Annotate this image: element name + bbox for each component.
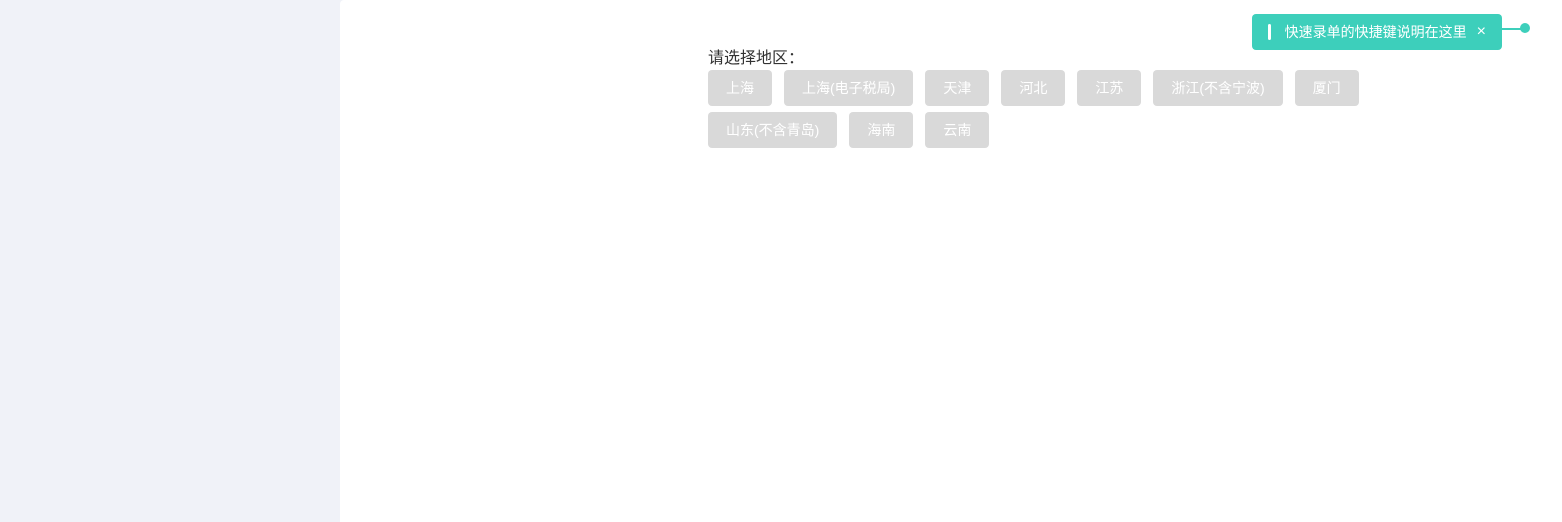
region-btn-jiangsu[interactable]: 江苏 — [1077, 70, 1141, 106]
tooltip-bar — [1268, 24, 1271, 40]
page-label: 请选择地区： — [708, 44, 804, 68]
region-row-2: 山东(不含青岛) 海南云南 — [708, 112, 989, 148]
region-btn-tianjin[interactable]: 天津 — [925, 70, 989, 106]
tooltip-text: 快速录单的快捷键说明在这里 — [1285, 22, 1467, 42]
region-btn-hainan[interactable]: 海南 — [849, 112, 913, 148]
region-btn-shanghai-etax[interactable]: 上海(电子税局) — [784, 70, 913, 106]
region-btn-shandong[interactable]: 山东(不含青岛) — [708, 112, 837, 148]
region-row-1: 上海上海(电子税局) 天津河北江苏浙江(不含宁波) 厦门 — [708, 70, 1359, 106]
sidebar — [0, 0, 340, 522]
region-btn-xiamen[interactable]: 厦门 — [1295, 70, 1359, 106]
region-btn-yunnan[interactable]: 云南 — [925, 112, 989, 148]
tooltip-banner[interactable]: 快速录单的快捷键说明在这里 × — [1252, 14, 1502, 50]
region-btn-shanghai[interactable]: 上海 — [708, 70, 772, 106]
main-content: 请选择地区： 上海上海(电子税局) 天津河北江苏浙江(不含宁波) 厦门 山东(不含青… — [340, 0, 1562, 522]
tooltip-close-button[interactable]: × — [1477, 24, 1486, 40]
tooltip-dot — [1520, 23, 1530, 33]
region-btn-zhejiang[interactable]: 浙江(不含宁波) — [1153, 70, 1282, 106]
region-btn-hebei[interactable]: 河北 — [1001, 70, 1065, 106]
